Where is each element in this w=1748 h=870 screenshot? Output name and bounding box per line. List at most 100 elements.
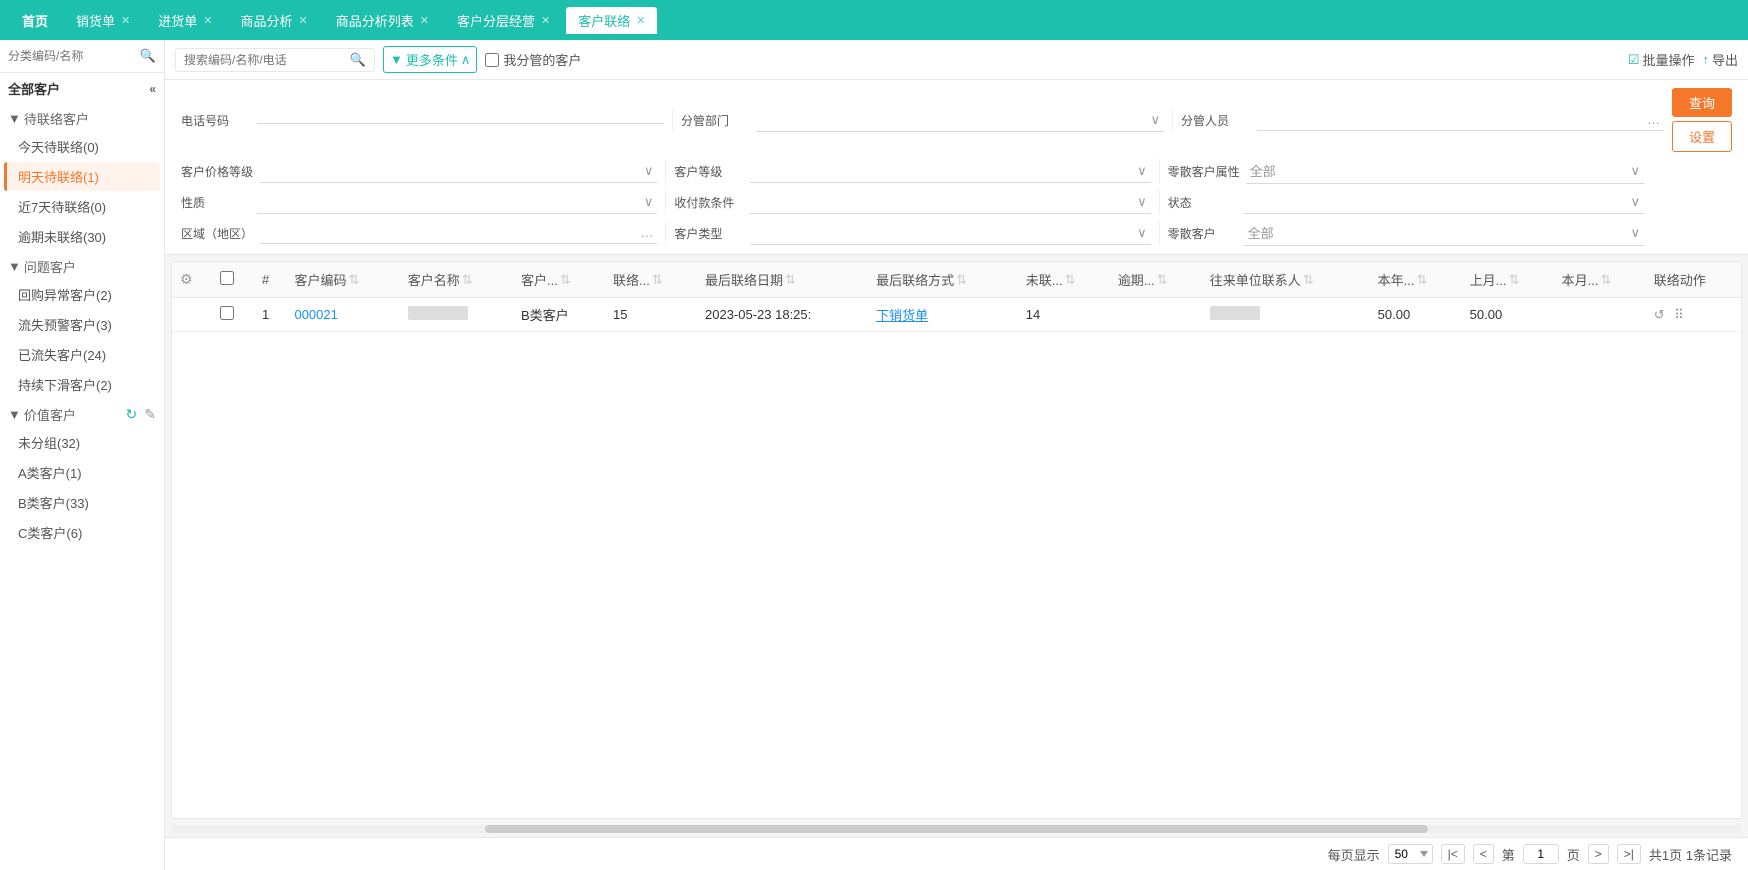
row-select-checkbox[interactable] [220,306,234,320]
sidebar: 🔍 全部客户 « ▼ 待联络客户 今天待联络(0) 明天待联络(1) 近7天待联… [0,40,165,870]
filter-retail-attr-select[interactable]: 全部∨ [1246,158,1644,184]
my-customers-checkbox-area[interactable]: 我分管的客户 [485,50,581,69]
sidebar-item-tomorrow-contact[interactable]: 明天待联络(1) [4,162,160,191]
sidebar-item-7days-contact[interactable]: 近7天待联络(0) [4,192,160,221]
nav-purchase-order-close[interactable]: ✕ [203,14,212,27]
sidebar-item-overdue-contact[interactable]: 逾期未联络(30) [4,222,160,251]
sidebar-section-pending[interactable]: ▼ 待联络客户 [0,104,164,131]
sidebar-item-declining[interactable]: 持续下滑客户(2) [4,370,160,399]
filter-arrow-icon: ∧ [461,52,471,68]
set-button[interactable]: 设置 [1672,121,1732,152]
sidebar-section-value-arrow: ▼ [8,407,21,422]
sidebar-collapse-icon[interactable]: « [149,82,156,96]
col-name[interactable]: 客户名称⇅ [400,262,513,298]
sidebar-value-edit-icon[interactable]: ✎ [144,406,156,423]
sidebar-item-class-b[interactable]: B类客户(33) [4,488,160,517]
nav-customer-contact[interactable]: 客户联络 ✕ [566,7,657,34]
sidebar-section-pending-label: 待联络客户 [24,109,89,128]
filter-status-label: 状态 [1168,194,1238,211]
row-code[interactable]: 000021 [286,298,399,332]
col-gear[interactable]: ⚙ [172,262,212,298]
data-table: ⚙ # 客户编码⇅ 客户名称⇅ 客户...⇅ 联络...⇅ 最后联络日期⇅ 最后… [172,262,1741,332]
action-icon-2[interactable]: ⠿ [1674,307,1684,322]
sidebar-item-today-contact[interactable]: 今天待联络(0) [4,132,160,161]
scrollbar-thumb[interactable] [485,825,1428,833]
nav-purchase-order[interactable]: 进货单 ✕ [146,7,224,34]
sidebar-item-churned[interactable]: 已流失客户(24) [4,340,160,369]
nav-customer-segmentation[interactable]: 客户分层经营 ✕ [445,7,562,34]
select-all-checkbox[interactable] [220,271,234,285]
filter-payment-select[interactable]: ∨ [750,191,1150,214]
export-btn[interactable]: ↑ 导出 [1702,50,1738,69]
filter-status: 状态 ∨ [1168,191,1644,214]
row-checkbox[interactable] [212,298,254,332]
filter-dept-select[interactable]: ∨ [757,109,1164,132]
col-type[interactable]: 客户...⇅ [513,262,605,298]
filter-customer-level-select[interactable]: ∨ [750,160,1150,183]
sidebar-section-value[interactable]: ▼ 价值客户 ↻ ✎ [0,400,164,427]
export-label: 导出 [1712,50,1738,69]
filter-retail-customer: 零散客户 全部∨ [1168,220,1644,246]
per-page-select[interactable]: 50 100 200 [1388,844,1433,864]
sidebar-section-problem[interactable]: ▼ 问题客户 [0,252,164,279]
sidebar-value-refresh-icon[interactable]: ↻ [126,406,138,423]
filter-price-level-select[interactable]: ∨ [259,160,657,183]
nav-product-analysis[interactable]: 商品分析 ✕ [228,7,319,34]
sidebar-item-ungrouped[interactable]: 未分组(32) [4,428,160,457]
bulk-op-btn[interactable]: ☑ 批量操作 [1628,50,1695,69]
filter-customer-type-select[interactable]: ∨ [750,222,1150,245]
horizontal-scrollbar[interactable] [171,825,1742,833]
col-overdue[interactable]: 逾期...⇅ [1110,262,1202,298]
sidebar-search-input[interactable] [8,49,136,63]
col-checkbox[interactable] [212,262,254,298]
bulk-op-label: 批量操作 [1642,50,1694,69]
col-unit-contact[interactable]: 往来单位联系人⇅ [1202,262,1370,298]
row-this-year: 50.00 [1370,298,1462,332]
row-last-contact-method[interactable]: 下销货单 [868,298,1018,332]
last-contact-method-link[interactable]: 下销货单 [876,308,928,323]
col-code[interactable]: 客户编码⇅ [286,262,399,298]
col-last-contact-date[interactable]: 最后联络日期⇅ [697,262,868,298]
nav-home[interactable]: 首页 [10,7,60,34]
filter-more-btn[interactable]: ▼ 更多条件 ∧ [383,46,477,73]
filter-person: 分管人员 … [1181,109,1664,131]
filter-region-select[interactable]: … [259,222,657,244]
query-button[interactable]: 查询 [1672,88,1732,117]
nav-sales-order-close[interactable]: ✕ [121,14,130,27]
sidebar-search-icon[interactable]: 🔍 [140,48,156,64]
nav-product-analysis-close[interactable]: ✕ [299,14,308,27]
nav-customer-segmentation-close[interactable]: ✕ [541,14,550,27]
col-last-month[interactable]: 上月...⇅ [1462,262,1554,298]
search-icon[interactable]: 🔍 [350,52,366,68]
nav-sales-order[interactable]: 销货单 ✕ [64,7,142,34]
my-customers-checkbox[interactable] [485,53,499,67]
row-no: 1 [254,298,287,332]
col-contact[interactable]: 联络...⇅ [605,262,697,298]
filter-phone-input[interactable] [257,117,664,124]
prev-page-btn[interactable]: < [1473,844,1494,864]
sidebar-item-class-c[interactable]: C类客户(6) [4,518,160,547]
sidebar-item-abnormal-repurchase[interactable]: 回购异常客户(2) [4,280,160,309]
nav-customer-contact-close[interactable]: ✕ [636,14,645,27]
search-box[interactable]: 🔍 [175,48,375,72]
col-this-month[interactable]: 本月...⇅ [1554,262,1646,298]
filter-person-select[interactable]: … [1257,109,1664,131]
sidebar-all-customers[interactable]: 全部客户 « [0,73,164,104]
first-page-btn[interactable]: |< [1441,844,1465,864]
page-input[interactable] [1523,844,1559,864]
col-this-year[interactable]: 本年...⇅ [1370,262,1462,298]
action-icon-1[interactable]: ↺ [1654,307,1665,322]
search-input[interactable] [184,53,346,67]
col-uncontacted[interactable]: 未联...⇅ [1018,262,1110,298]
nav-product-analysis-list-close[interactable]: ✕ [420,14,429,27]
filter-nature-select[interactable]: ∨ [257,191,657,214]
filter-status-select[interactable]: ∨ [1244,191,1644,214]
last-page-btn[interactable]: >| [1617,844,1641,864]
next-page-btn[interactable]: > [1588,844,1609,864]
row-contact: 15 [605,298,697,332]
filter-retail-customer-select[interactable]: 全部∨ [1244,220,1644,246]
sidebar-item-class-a[interactable]: A类客户(1) [4,458,160,487]
sidebar-item-churn-risk[interactable]: 流失预警客户(3) [4,310,160,339]
nav-product-analysis-list[interactable]: 商品分析列表 ✕ [324,7,441,34]
col-last-contact-method[interactable]: 最后联络方式⇅ [868,262,1018,298]
